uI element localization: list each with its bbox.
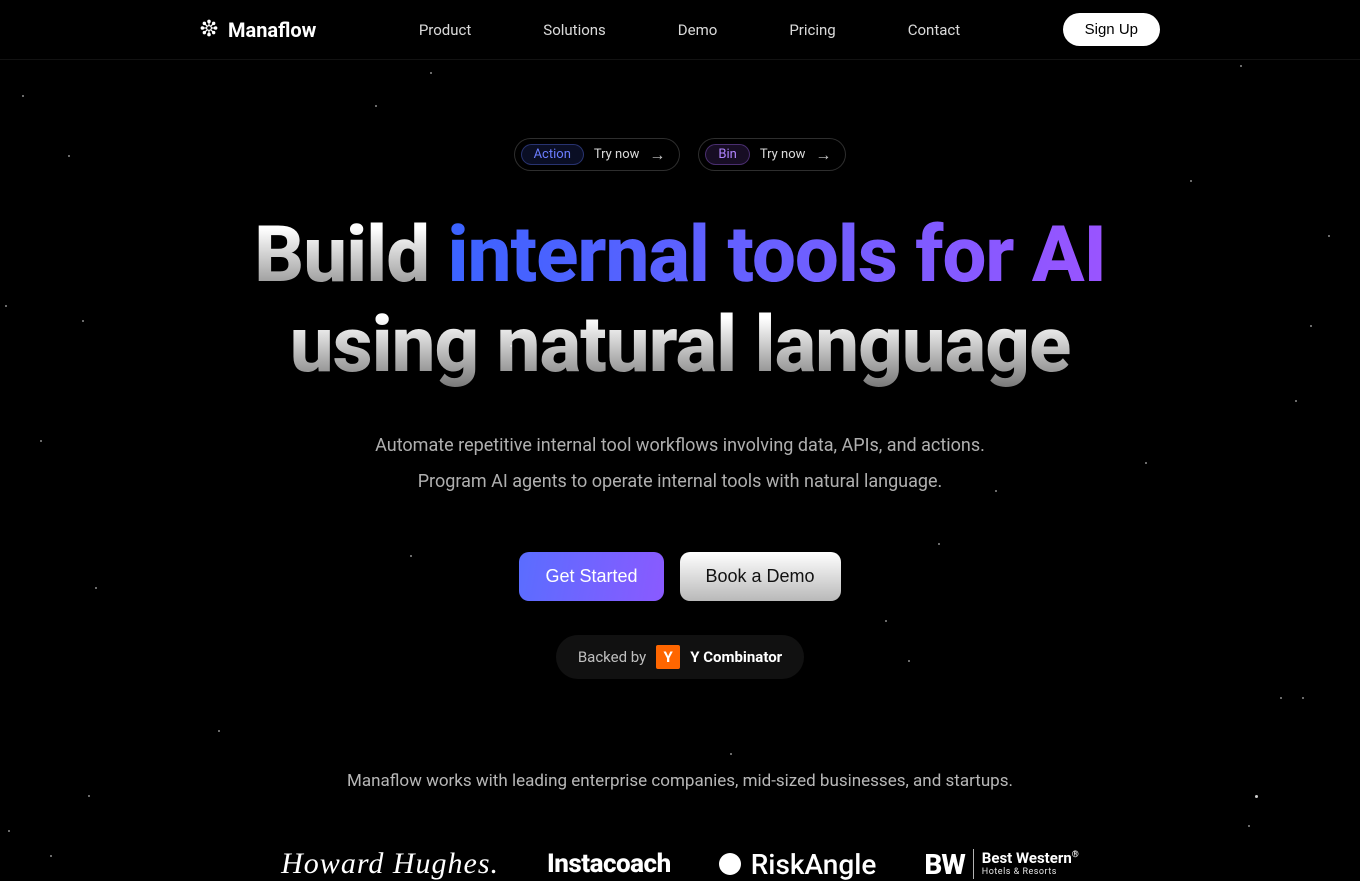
- logo-instacoach: Instacoach: [547, 849, 671, 879]
- logo-bw-sub: Hotels & Resorts: [982, 868, 1079, 877]
- pill-bin-label: Try now: [760, 147, 806, 162]
- hero-headline: Build internal tools for AI using natura…: [0, 211, 1360, 390]
- companies-lead: Manaflow works with leading enterprise c…: [0, 771, 1360, 791]
- pill-action-tag: Action: [521, 144, 584, 165]
- backed-name: Y Combinator: [690, 648, 782, 666]
- brand-icon: [200, 18, 218, 42]
- pill-action[interactable]: Action Try now →: [514, 138, 681, 171]
- logo-best-western: BW Best Western® Hotels & Resorts: [924, 848, 1078, 881]
- nav-pricing[interactable]: Pricing: [789, 21, 835, 39]
- arrow-right-icon: →: [649, 145, 665, 165]
- logo-bw-mark: BW: [924, 848, 964, 881]
- get-started-button[interactable]: Get Started: [519, 552, 663, 601]
- pill-action-label: Try now: [594, 147, 640, 162]
- yc-icon: Y: [656, 645, 680, 669]
- main-nav: Product Solutions Demo Pricing Contact: [316, 21, 1062, 39]
- nav-demo[interactable]: Demo: [678, 21, 718, 39]
- hero-line1a: Build: [254, 210, 447, 301]
- hero-sub-l2: Program AI agents to operate internal to…: [0, 464, 1360, 500]
- arrow-right-icon: →: [815, 145, 831, 165]
- circle-icon: [719, 853, 741, 875]
- header: Manaflow Product Solutions Demo Pricing …: [0, 0, 1360, 60]
- nav-contact[interactable]: Contact: [908, 21, 960, 39]
- pill-bin[interactable]: Bin Try now →: [698, 138, 846, 171]
- signup-button[interactable]: Sign Up: [1063, 13, 1160, 46]
- logo-bw-name: Best Western: [982, 849, 1072, 867]
- logo-riskangle-text: RiskAngle: [751, 848, 877, 881]
- hero-sub-l1: Automate repetitive internal tool workfl…: [0, 428, 1360, 464]
- nav-product[interactable]: Product: [419, 21, 471, 39]
- backed-by-badge[interactable]: Backed by Y Y Combinator: [556, 635, 804, 679]
- nav-solutions[interactable]: Solutions: [543, 21, 606, 39]
- backed-prefix: Backed by: [578, 648, 646, 666]
- book-demo-button[interactable]: Book a Demo: [680, 552, 841, 601]
- brand[interactable]: Manaflow: [200, 18, 316, 42]
- announcement-pills: Action Try now → Bin Try now →: [0, 138, 1360, 171]
- logo-howard-hughes: Howard Hughes.: [281, 847, 499, 881]
- brand-name: Manaflow: [228, 18, 316, 42]
- logo-riskangle: RiskAngle: [719, 848, 877, 881]
- hero-subtitle: Automate repetitive internal tool workfl…: [0, 428, 1360, 500]
- hero-line1b: internal tools for AI: [448, 210, 1106, 301]
- pill-bin-tag: Bin: [705, 144, 749, 165]
- hero-line2: using natural language: [290, 300, 1071, 391]
- company-logos: Howard Hughes. Instacoach RiskAngle BW B…: [0, 847, 1360, 881]
- cta-row: Get Started Book a Demo: [0, 552, 1360, 601]
- divider-icon: [973, 849, 974, 879]
